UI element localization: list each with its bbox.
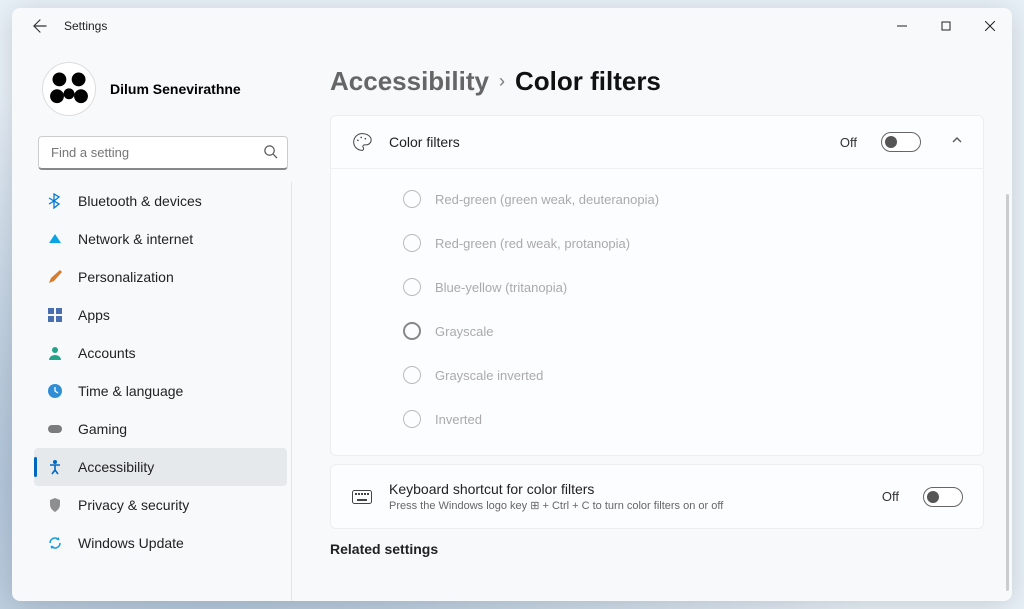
breadcrumb-current: Color filters [515,66,661,97]
keyboard-shortcut-desc: Press the Windows logo key ⊞ + Ctrl + C … [389,499,723,512]
user-name: Dilum Senevirathne [110,81,241,97]
titlebar: Settings [12,8,1012,44]
color-filters-state: Off [840,135,857,150]
profile[interactable]: Dilum Senevirathne [42,62,292,116]
sidebar-item-label: Accounts [78,345,136,361]
sidebar-item-label: Privacy & security [78,497,189,513]
main-content[interactable]: Accessibility › Color filters Color filt… [302,44,1012,601]
brush-icon [46,268,64,286]
sidebar-item-accessibility[interactable]: Accessibility [34,448,287,486]
scrollbar[interactable] [1006,194,1009,591]
filter-option-label: Grayscale inverted [435,368,543,383]
sidebar-item-label: Bluetooth & devices [78,193,202,209]
radio-icon [403,322,421,340]
filter-option[interactable]: Red-green (green weak, deuteranopia) [403,177,983,221]
filter-option[interactable]: Grayscale inverted [403,353,983,397]
keyboard-icon [351,490,373,504]
color-filter-options: Red-green (green weak, deuteranopia) Red-… [331,168,983,455]
keyboard-shortcut-title: Keyboard shortcut for color filters [389,481,723,497]
window-body: Dilum Senevirathne Bluetooth & devices Ne… [12,44,1012,601]
sidebar-item-label: Apps [78,307,110,323]
keyboard-shortcut-row[interactable]: Keyboard shortcut for color filters Pres… [331,465,983,528]
sidebar-item-account[interactable]: Accounts [34,334,287,372]
privacy-icon [46,496,64,514]
sidebar-item-label: Gaming [78,421,127,437]
keyboard-shortcut-card: Keyboard shortcut for color filters Pres… [330,464,984,529]
breadcrumb-parent[interactable]: Accessibility [330,66,489,97]
back-button[interactable] [26,12,54,40]
minimize-button[interactable] [880,8,924,44]
sidebar-item-privacy[interactable]: Privacy & security [34,486,287,524]
filter-option[interactable]: Grayscale [403,309,983,353]
sidebar-item-gaming[interactable]: Gaming [34,410,287,448]
sidebar-item-update[interactable]: Windows Update [34,524,287,562]
radio-icon [403,190,421,208]
gaming-icon [46,420,64,438]
accessibility-icon [46,458,64,476]
radio-icon [403,410,421,428]
avatar [42,62,96,116]
chevron-right-icon: › [499,71,505,92]
update-icon [46,534,64,552]
filter-option-label: Inverted [435,412,482,427]
app-title: Settings [64,19,107,33]
search-icon [263,144,278,164]
keyboard-shortcut-state: Off [882,489,899,504]
search-input[interactable] [38,136,288,170]
sidebar: Dilum Senevirathne Bluetooth & devices Ne… [12,44,302,601]
radio-icon [403,366,421,384]
sidebar-item-label: Accessibility [78,459,154,475]
color-filters-toggle[interactable] [881,132,921,152]
radio-icon [403,278,421,296]
keyboard-shortcut-text: Keyboard shortcut for color filters Pres… [389,481,723,512]
account-icon [46,344,64,362]
bluetooth-icon [46,192,64,210]
close-button[interactable] [968,8,1012,44]
sidebar-item-label: Time & language [78,383,183,399]
window-controls [880,8,1012,44]
settings-window: Settings Dilum Senevirathne Bluetooth & … [12,8,1012,601]
apps-icon [46,306,64,324]
back-arrow-icon [33,19,47,33]
filter-option-label: Grayscale [435,324,494,339]
maximize-button[interactable] [924,8,968,44]
sidebar-item-time[interactable]: Time & language [34,372,287,410]
sidebar-item-wifi[interactable]: Network & internet [34,220,287,258]
sidebar-item-apps[interactable]: Apps [34,296,287,334]
filter-option-label: Red-green (green weak, deuteranopia) [435,192,659,207]
color-filters-card: Color filters Off Red-green (green weak,… [330,115,984,456]
wifi-icon [46,230,64,248]
color-filters-header[interactable]: Color filters Off [331,116,983,168]
nav-list[interactable]: Bluetooth & devices Network & internet Per… [34,182,292,601]
color-filters-label: Color filters [389,134,460,150]
breadcrumb: Accessibility › Color filters [330,66,984,97]
radio-icon [403,234,421,252]
related-settings-heading: Related settings [330,541,984,557]
filter-option[interactable]: Blue-yellow (tritanopia) [403,265,983,309]
sidebar-item-bluetooth[interactable]: Bluetooth & devices [34,182,287,220]
filter-option[interactable]: Inverted [403,397,983,441]
sidebar-item-label: Network & internet [78,231,193,247]
sidebar-item-brush[interactable]: Personalization [34,258,287,296]
keyboard-shortcut-toggle[interactable] [923,487,963,507]
chevron-up-icon[interactable] [951,133,963,151]
filter-option-label: Blue-yellow (tritanopia) [435,280,567,295]
sidebar-item-label: Windows Update [78,535,184,551]
sidebar-item-label: Personalization [78,269,174,285]
search-box [38,136,288,170]
time-icon [46,382,64,400]
filter-option[interactable]: Red-green (red weak, protanopia) [403,221,983,265]
palette-icon [351,132,373,152]
filter-option-label: Red-green (red weak, protanopia) [435,236,630,251]
